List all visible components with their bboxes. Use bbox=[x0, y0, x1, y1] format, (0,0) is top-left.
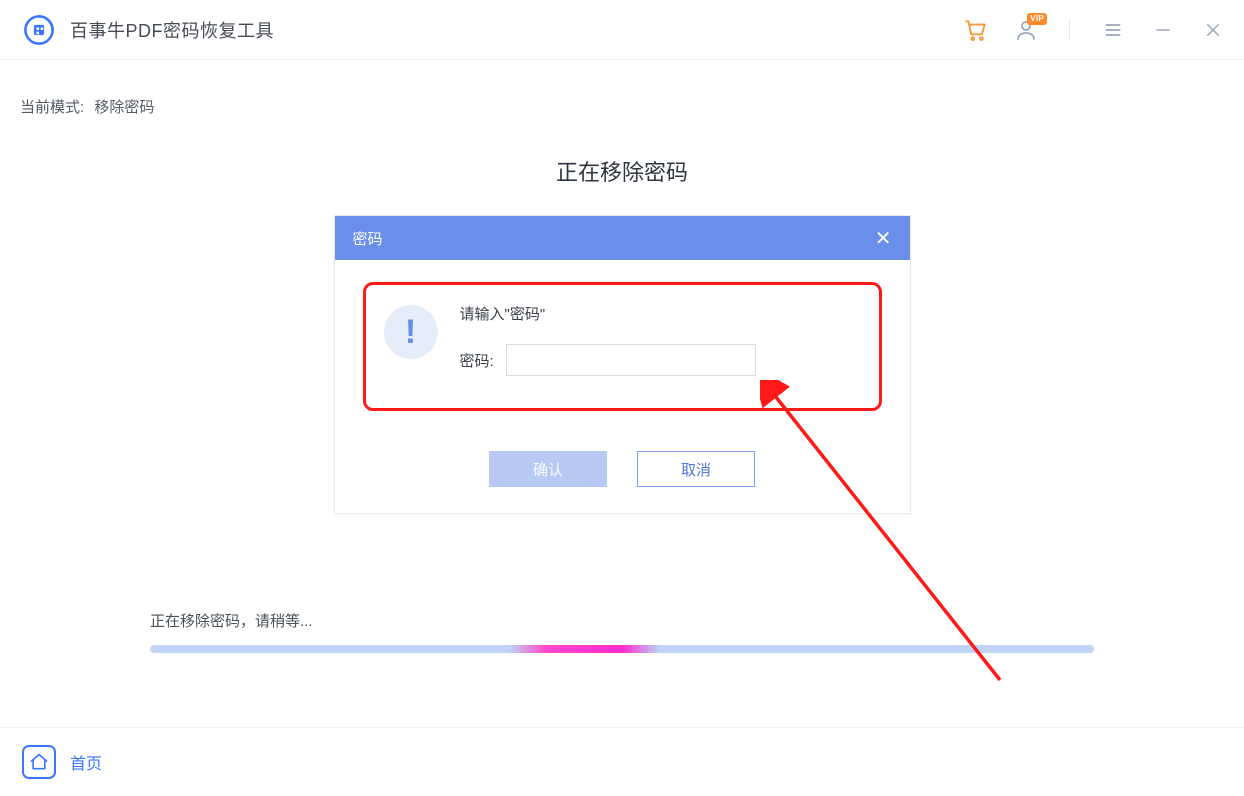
menu-icon[interactable] bbox=[1100, 17, 1126, 43]
prompt-block: 请输入"密码" 密码: bbox=[460, 303, 851, 376]
annotation-highlight-frame: ! 请输入"密码" 密码: bbox=[363, 282, 882, 411]
password-dialog: 密码 ✕ ! 请输入"密码" 密码: 确认 取消 bbox=[334, 215, 911, 514]
password-field-label: 密码: bbox=[460, 350, 494, 371]
mode-label: 当前模式: bbox=[20, 99, 84, 116]
user-icon[interactable]: VIP bbox=[1013, 17, 1039, 43]
dialog-header: 密码 ✕ bbox=[335, 216, 910, 260]
home-label[interactable]: 首页 bbox=[70, 750, 102, 774]
footer: 首页 bbox=[0, 727, 1244, 796]
titlebar: 百事牛PDF密码恢复工具 VIP bbox=[0, 0, 1244, 60]
mode-row: 当前模式: 移除密码 bbox=[20, 96, 1224, 117]
progress-bar bbox=[150, 645, 1094, 653]
close-icon[interactable] bbox=[1200, 17, 1226, 43]
divider bbox=[1069, 19, 1070, 41]
vip-badge: VIP bbox=[1027, 13, 1047, 25]
cart-icon[interactable] bbox=[963, 17, 989, 43]
info-icon: ! bbox=[384, 305, 438, 359]
mode-value: 移除密码 bbox=[94, 99, 154, 116]
content-area: 当前模式: 移除密码 正在移除密码 密码 ✕ ! 请输入"密码" 密码: 确认 bbox=[0, 60, 1244, 653]
prompt-text: 请输入"密码" bbox=[460, 303, 851, 324]
password-input[interactable] bbox=[506, 344, 756, 376]
status-text: 正在移除密码，请稍等... bbox=[150, 610, 1224, 631]
cancel-button[interactable]: 取消 bbox=[637, 451, 755, 487]
app-logo-icon bbox=[22, 13, 56, 47]
dialog-body: ! 请输入"密码" 密码: 确认 取消 bbox=[335, 260, 910, 513]
page-title: 正在移除密码 bbox=[20, 155, 1224, 187]
app-title: 百事牛PDF密码恢复工具 bbox=[70, 17, 274, 43]
home-icon[interactable] bbox=[22, 745, 56, 779]
minimize-icon[interactable] bbox=[1150, 17, 1176, 43]
confirm-button[interactable]: 确认 bbox=[489, 451, 607, 487]
dialog-close-icon[interactable]: ✕ bbox=[875, 226, 892, 251]
password-field-row: 密码: bbox=[460, 344, 851, 376]
titlebar-controls: VIP bbox=[963, 17, 1226, 43]
dialog-buttons: 确认 取消 bbox=[363, 451, 882, 487]
dialog-title: 密码 bbox=[353, 228, 383, 249]
